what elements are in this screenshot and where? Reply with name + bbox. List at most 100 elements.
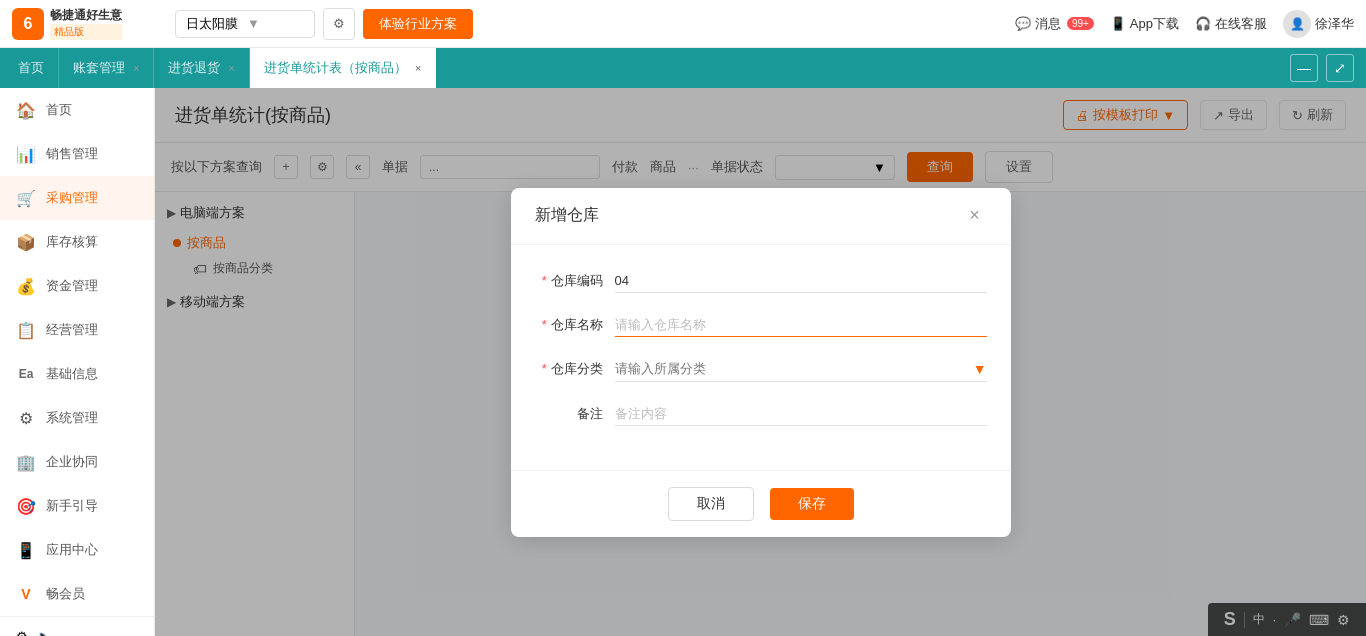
code-label: 仓库编码 [535, 272, 615, 290]
sidebar: 🏠 首页 📊 销售管理 🛒 采购管理 📦 库存核算 💰 资金管理 📋 经营管理 … [0, 88, 155, 636]
store-selector[interactable]: 日太阳膜 ▼ [175, 10, 315, 38]
tab-purchase-return-close[interactable]: × [228, 62, 234, 74]
home-icon: 🏠 [16, 100, 36, 120]
sidebar-label-system: 系统管理 [46, 409, 98, 427]
enterprise-icon: 🏢 [16, 452, 36, 472]
logo-icon: 6 [12, 8, 44, 40]
name-label: 仓库名称 [535, 316, 615, 334]
modal-title: 新增仓库 [535, 205, 599, 226]
inventory-icon: 📦 [16, 232, 36, 252]
topbar-right: 💬 消息 99+ 📱 App下载 🎧 在线客服 👤 徐泽华 [1015, 10, 1354, 38]
logo-area: 6 畅捷通好生意 精品版 [12, 7, 167, 40]
tab-home-label: 首页 [18, 59, 44, 77]
message-item[interactable]: 💬 消息 99+ [1015, 15, 1094, 33]
sidebar-item-operation[interactable]: 📋 经营管理 [0, 308, 154, 352]
tab-purchase-stats-close[interactable]: × [415, 62, 421, 74]
system-icon: ⚙ [16, 408, 36, 428]
sidebar-label-sales: 销售管理 [46, 145, 98, 163]
tab-home[interactable]: 首页 [4, 48, 59, 88]
headset-icon: 🎧 [1195, 16, 1211, 31]
save-button[interactable]: 保存 [770, 488, 854, 520]
modal-overlay: 新增仓库 × 仓库编码 仓库名称 仓库分类 [155, 88, 1366, 636]
sidebar-item-sales[interactable]: 📊 销售管理 [0, 132, 154, 176]
tab-purchase-return[interactable]: 进货退货 × [154, 48, 249, 88]
sidebar-label-enterprise: 企业协同 [46, 453, 98, 471]
message-label: 消息 [1035, 15, 1061, 33]
tab-account-close[interactable]: × [133, 62, 139, 74]
sidebar-label-basic-info: 基础信息 [46, 365, 98, 383]
app-download-label: App下载 [1130, 15, 1179, 33]
remark-field-row: 备注 [535, 402, 987, 426]
app-icon: 📱 [1110, 16, 1126, 31]
modal-close-button[interactable]: × [963, 204, 987, 228]
sidebar-item-purchase[interactable]: 🛒 采购管理 [0, 176, 154, 220]
sidebar-label-home: 首页 [46, 101, 72, 119]
sidebar-label-inventory: 库存核算 [46, 233, 98, 251]
sidebar-item-finance[interactable]: 💰 资金管理 [0, 264, 154, 308]
category-input[interactable] [615, 361, 973, 376]
purchase-icon: 🛒 [16, 188, 36, 208]
sidebar-label-vip: 畅会员 [46, 585, 85, 603]
user-item[interactable]: 👤 徐泽华 [1283, 10, 1354, 38]
tabbar: 首页 账套管理 × 进货退货 × 进货单统计表（按商品） × — ⤢ [0, 48, 1366, 88]
name-field-row: 仓库名称 [535, 313, 987, 337]
sidebar-label-guide: 新手引导 [46, 497, 98, 515]
basic-info-icon: Ea [16, 364, 36, 384]
finance-icon: 💰 [16, 276, 36, 296]
sidebar-bottom: ⚙ 🔈 [0, 616, 154, 636]
name-input[interactable] [615, 313, 987, 337]
sidebar-item-vip[interactable]: V 畅会员 [0, 572, 154, 616]
sidebar-item-basic-info[interactable]: Ea 基础信息 [0, 352, 154, 396]
main-layout: 🏠 首页 📊 销售管理 🛒 采购管理 📦 库存核算 💰 资金管理 📋 经营管理 … [0, 88, 1366, 636]
vip-icon: V [16, 584, 36, 604]
category-field-row: 仓库分类 ▼ [535, 357, 987, 382]
sidebar-label-purchase: 采购管理 [46, 189, 98, 207]
store-name: 日太阳膜 [186, 15, 243, 33]
online-service-label: 在线客服 [1215, 15, 1267, 33]
cancel-button[interactable]: 取消 [668, 487, 754, 521]
tabbar-actions: — ⤢ [1290, 54, 1362, 82]
sidebar-label-apps: 应用中心 [46, 541, 98, 559]
guide-icon: 🎯 [16, 496, 36, 516]
sidebar-item-guide[interactable]: 🎯 新手引导 [0, 484, 154, 528]
remark-input[interactable] [615, 402, 987, 426]
content-area: 进货单统计(按商品) 🖨 按模板打印 ▼ ↗ 导出 ↻ 刷新 按以下方案查询 [155, 88, 1366, 636]
trial-button[interactable]: 体验行业方案 [363, 9, 473, 39]
online-service-item[interactable]: 🎧 在线客服 [1195, 15, 1267, 33]
tab-minimize-button[interactable]: — [1290, 54, 1318, 82]
logo-sub: 精品版 [50, 24, 122, 40]
settings-button[interactable]: ⚙ [323, 8, 355, 40]
message-icon: 💬 [1015, 16, 1031, 31]
sidebar-item-apps[interactable]: 📱 应用中心 [0, 528, 154, 572]
modal-footer: 取消 保存 [511, 470, 1011, 537]
message-badge: 99+ [1067, 17, 1094, 30]
app-download-item[interactable]: 📱 App下载 [1110, 15, 1179, 33]
code-input[interactable] [615, 269, 987, 293]
sidebar-item-enterprise[interactable]: 🏢 企业协同 [0, 440, 154, 484]
tab-account[interactable]: 账套管理 × [59, 48, 154, 88]
tab-expand-button[interactable]: ⤢ [1326, 54, 1354, 82]
tab-purchase-stats-label: 进货单统计表（按商品） [264, 59, 407, 77]
operation-icon: 📋 [16, 320, 36, 340]
tab-account-label: 账套管理 [73, 59, 125, 77]
code-field-row: 仓库编码 [535, 269, 987, 293]
sidebar-label-operation: 经营管理 [46, 321, 98, 339]
remark-label: 备注 [535, 405, 615, 423]
sidebar-item-inventory[interactable]: 📦 库存核算 [0, 220, 154, 264]
modal-header: 新增仓库 × [511, 188, 1011, 245]
settings-bottom-icon[interactable]: ⚙ [16, 629, 28, 636]
add-warehouse-modal: 新增仓库 × 仓库编码 仓库名称 仓库分类 [511, 188, 1011, 537]
category-select[interactable]: ▼ [615, 357, 987, 382]
avatar: 👤 [1283, 10, 1311, 38]
sidebar-item-system[interactable]: ⚙ 系统管理 [0, 396, 154, 440]
chevron-down-icon: ▼ [247, 16, 304, 31]
sidebar-item-home[interactable]: 🏠 首页 [0, 88, 154, 132]
topbar: 6 畅捷通好生意 精品版 日太阳膜 ▼ ⚙ 体验行业方案 💬 消息 99+ 📱 … [0, 0, 1366, 48]
tab-purchase-stats[interactable]: 进货单统计表（按商品） × [250, 48, 436, 88]
tab-purchase-return-label: 进货退货 [168, 59, 220, 77]
apps-icon: 📱 [16, 540, 36, 560]
modal-body: 仓库编码 仓库名称 仓库分类 ▼ [511, 245, 1011, 470]
sales-icon: 📊 [16, 144, 36, 164]
category-label: 仓库分类 [535, 360, 615, 378]
speaker-icon[interactable]: 🔈 [36, 629, 52, 636]
